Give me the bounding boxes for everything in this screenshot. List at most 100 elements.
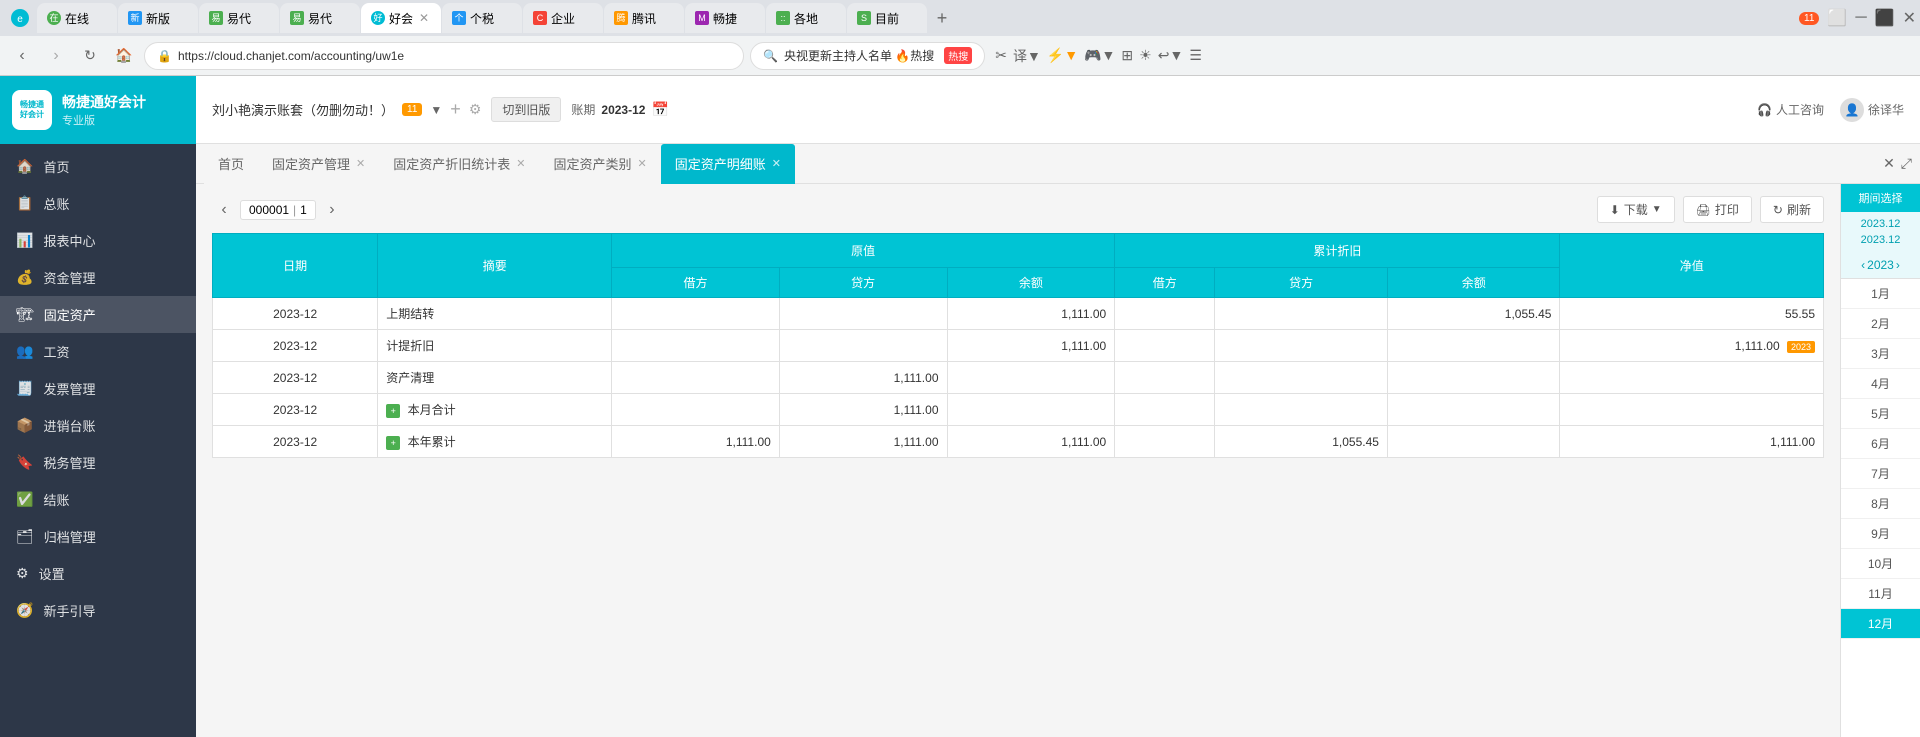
grid-icon[interactable]: ⊞ <box>1121 47 1133 64</box>
tab-label: 好会 <box>389 10 413 27</box>
tab-close-icon[interactable]: ✕ <box>419 11 429 25</box>
translate-icon[interactable]: 译▼ <box>1013 46 1041 66</box>
sidebar-item-inventory[interactable]: 📦 进销台账 <box>0 407 196 444</box>
month-10[interactable]: 10月 <box>1841 549 1920 579</box>
month-8[interactable]: 8月 <box>1841 489 1920 519</box>
tab-close-icon[interactable]: ✕ <box>638 157 647 170</box>
maximize-icon[interactable]: ⬛ <box>1875 8 1895 28</box>
archive-icon: 🗂 <box>16 528 34 545</box>
sidebar-item-fund[interactable]: 💰 资金管理 <box>0 259 196 296</box>
sidebar-logo: 畅捷通好会计 <box>12 90 52 130</box>
cell-debit2 <box>1115 362 1215 394</box>
tab-好会[interactable]: 好 好会 ✕ <box>361 3 441 33</box>
tab-目前[interactable]: S 目前 <box>847 3 927 33</box>
guide-icon: 🧭 <box>16 602 33 619</box>
dropdown-icon[interactable]: ▼ <box>430 103 442 117</box>
scissors-icon[interactable]: ✂ <box>995 47 1007 64</box>
tab-腾讯[interactable]: 腾 腾讯 <box>604 3 684 33</box>
settings-button[interactable]: ⚙ <box>469 101 482 118</box>
close-browser-icon[interactable]: ✕ <box>1903 8 1916 28</box>
sidebar-item-report[interactable]: 📊 报表中心 <box>0 222 196 259</box>
sidebar-item-archive[interactable]: 🗂 归档管理 <box>0 518 196 555</box>
undo-icon[interactable]: ↩▼ <box>1158 47 1184 64</box>
restore-icon[interactable]: ⬜ <box>1827 8 1847 28</box>
sidebar-item-salary[interactable]: 👥 工资 <box>0 333 196 370</box>
month-6[interactable]: 6月 <box>1841 429 1920 459</box>
download-button[interactable]: ⬇ 下载 ▼ <box>1597 196 1675 223</box>
nav-arrows: ‹ 000001 | 1 › <box>212 198 344 222</box>
month-3[interactable]: 3月 <box>1841 339 1920 369</box>
chevron-left-icon[interactable]: ‹ <box>1861 258 1865 272</box>
sidebar-item-invoice[interactable]: 🧾 发票管理 <box>0 370 196 407</box>
tab-add-button[interactable]: + <box>928 4 956 32</box>
tab-fixed-asset-mgmt[interactable]: 固定资产管理 ✕ <box>258 144 379 184</box>
month-1[interactable]: 1月 <box>1841 279 1920 309</box>
account-badge: 11 <box>402 103 422 116</box>
fullscreen-icon[interactable]: ⤢ <box>1901 155 1912 172</box>
forward-button[interactable]: › <box>42 42 70 70</box>
search-bar[interactable]: 🔍 央视更新主持人名单 🔥热搜 热搜 <box>750 42 985 70</box>
brightness-icon[interactable]: ☀ <box>1139 47 1152 64</box>
sidebar-item-guide[interactable]: 🧭 新手引导 <box>0 592 196 629</box>
refresh-button[interactable]: ↻ 刷新 <box>1760 196 1824 223</box>
next-page-button[interactable]: › <box>320 198 344 222</box>
tab-各地[interactable]: :: 各地 <box>766 3 846 33</box>
user-button[interactable]: 👤 徐译华 <box>1840 98 1904 122</box>
tab-fixed-asset-category[interactable]: 固定资产类别 ✕ <box>539 144 660 184</box>
home-button[interactable]: 🏠 <box>110 42 138 70</box>
game-icon[interactable]: 🎮▼ <box>1084 47 1115 64</box>
back-button[interactable]: ‹ <box>8 42 36 70</box>
sidebar-item-settings[interactable]: ⚙ 设置 <box>0 555 196 592</box>
sidebar-item-ledger[interactable]: 📋 总账 <box>0 185 196 222</box>
print-button[interactable]: 🖨 打印 <box>1683 196 1752 223</box>
reload-button[interactable]: ↻ <box>76 42 104 70</box>
tab-企业[interactable]: C 企业 <box>523 3 603 33</box>
tab-新版[interactable]: 新 新版 <box>118 3 198 33</box>
sidebar-title: 畅捷通好会计 <box>62 92 146 112</box>
account-info: 刘小艳演示账套（勿删勿动！） 11 ▼ + ⚙ <box>212 99 481 120</box>
collapse-icon[interactable]: ✕ <box>1883 155 1895 172</box>
col-balance2: 余额 <box>1387 268 1560 298</box>
month-7[interactable]: 7月 <box>1841 459 1920 489</box>
address-input[interactable]: 🔒 https://cloud.chanjet.com/accounting/u… <box>144 42 744 70</box>
tab-fixed-asset-detail[interactable]: 固定资产明细账 ✕ <box>661 144 795 184</box>
tab-在线[interactable]: 在 在线 <box>37 3 117 33</box>
tab-易代2[interactable]: 易 易代 <box>280 3 360 33</box>
cell-credit1 <box>779 298 947 330</box>
sidebar-label: 发票管理 <box>43 379 95 398</box>
minimize-icon[interactable]: ─ <box>1855 9 1866 27</box>
col-credit1: 贷方 <box>779 268 947 298</box>
sidebar-item-closing[interactable]: ✅ 结账 <box>0 481 196 518</box>
month-9[interactable]: 9月 <box>1841 519 1920 549</box>
month-2[interactable]: 2月 <box>1841 309 1920 339</box>
month-5[interactable]: 5月 <box>1841 399 1920 429</box>
table-row: 2023-12 计提折旧 1,111.00 1,111.00 2023 <box>213 330 1824 362</box>
tab-close-icon[interactable]: ✕ <box>772 157 781 170</box>
tab-个税[interactable]: 个 个税 <box>442 3 522 33</box>
sidebar-item-fixed-asset[interactable]: 🏗 固定资产 <box>0 296 196 333</box>
add-account-button[interactable]: + <box>450 99 461 120</box>
shield-icon[interactable]: ⚡▼ <box>1047 47 1078 64</box>
month-4[interactable]: 4月 <box>1841 369 1920 399</box>
menu-icon[interactable]: ☰ <box>1189 47 1202 64</box>
month-11[interactable]: 11月 <box>1841 579 1920 609</box>
tab-fixed-asset-depreciation[interactable]: 固定资产折旧统计表 ✕ <box>379 144 539 184</box>
period-year-selector[interactable]: ‹ 2023 › <box>1841 252 1920 279</box>
sidebar-item-tax[interactable]: 🔖 税务管理 <box>0 444 196 481</box>
month-12[interactable]: 12月 <box>1841 609 1920 639</box>
tab-home[interactable]: 首页 <box>204 144 258 184</box>
switch-version-button[interactable]: 切到旧版 <box>491 97 561 122</box>
calendar-icon[interactable]: 📅 <box>651 101 668 118</box>
top-bar-right: 🎧 人工咨询 👤 徐译华 <box>1757 98 1904 122</box>
sidebar-item-home[interactable]: 🏠 首页 <box>0 148 196 185</box>
cell-date: 2023-12 <box>213 426 378 458</box>
help-button[interactable]: 🎧 人工咨询 <box>1757 101 1824 118</box>
tab-易代1[interactable]: 易 易代 <box>199 3 279 33</box>
tab-close-icon[interactable]: ✕ <box>516 157 525 170</box>
tab-畅捷[interactable]: M 畅捷 <box>685 3 765 33</box>
page-indicator[interactable]: 000001 | 1 <box>240 200 316 220</box>
prev-page-button[interactable]: ‹ <box>212 198 236 222</box>
tab-close-icon[interactable]: ✕ <box>356 157 365 170</box>
page-tabs: 首页 固定资产管理 ✕ 固定资产折旧统计表 ✕ 固定资产类别 ✕ 固定资产明细账… <box>196 144 1920 184</box>
chevron-right-icon[interactable]: › <box>1896 258 1900 272</box>
